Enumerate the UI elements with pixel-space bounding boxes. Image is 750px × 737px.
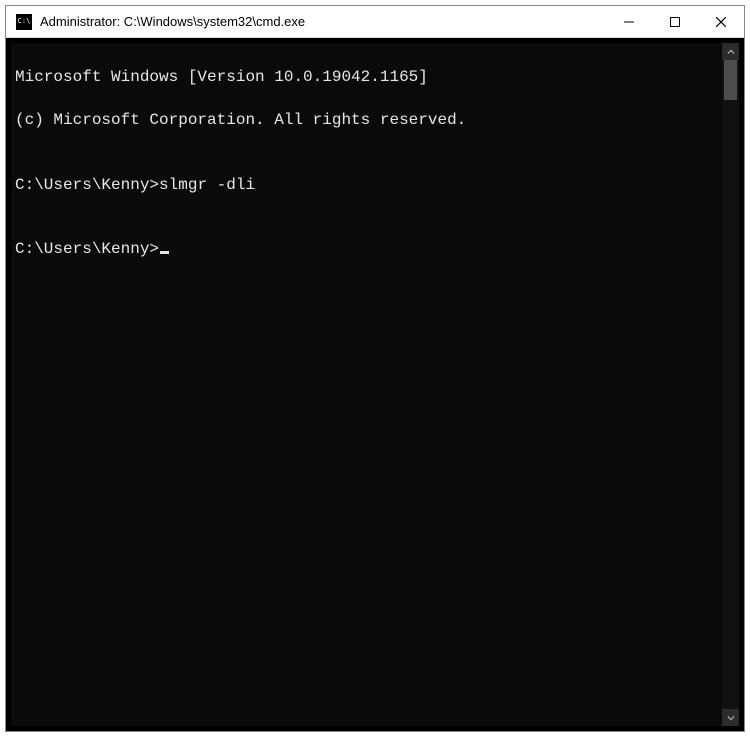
scroll-thumb[interactable] (724, 60, 737, 100)
output-line: Microsoft Windows [Version 10.0.19042.11… (15, 67, 718, 89)
maximize-button[interactable] (652, 6, 698, 37)
prompt-path: C:\Users\Kenny> (15, 176, 159, 194)
minimize-button[interactable] (606, 6, 652, 37)
cmd-window: Administrator: C:\Windows\system32\cmd.e… (5, 5, 745, 732)
scroll-up-button[interactable] (722, 43, 739, 60)
close-icon (716, 17, 726, 27)
prompt-path: C:\Users\Kenny> (15, 240, 159, 258)
close-button[interactable] (698, 6, 744, 37)
chevron-down-icon (727, 714, 735, 722)
scroll-track[interactable] (722, 60, 739, 709)
console-client-area: Microsoft Windows [Version 10.0.19042.11… (6, 38, 744, 731)
window-controls (606, 6, 744, 37)
vertical-scrollbar[interactable] (722, 43, 739, 726)
chevron-up-icon (727, 48, 735, 56)
console-output[interactable]: Microsoft Windows [Version 10.0.19042.11… (11, 43, 722, 726)
prompt-line: C:\Users\Kenny> (15, 239, 718, 261)
prompt-line: C:\Users\Kenny>slmgr -dli (15, 175, 718, 197)
window-title: Administrator: C:\Windows\system32\cmd.e… (40, 14, 606, 29)
scroll-down-button[interactable] (722, 709, 739, 726)
prompt-command: slmgr -dli (159, 176, 255, 194)
output-line: (c) Microsoft Corporation. All rights re… (15, 110, 718, 132)
text-cursor (160, 251, 169, 254)
titlebar[interactable]: Administrator: C:\Windows\system32\cmd.e… (6, 6, 744, 38)
cmd-icon (16, 14, 32, 30)
maximize-icon (670, 17, 680, 27)
minimize-icon (624, 17, 634, 27)
